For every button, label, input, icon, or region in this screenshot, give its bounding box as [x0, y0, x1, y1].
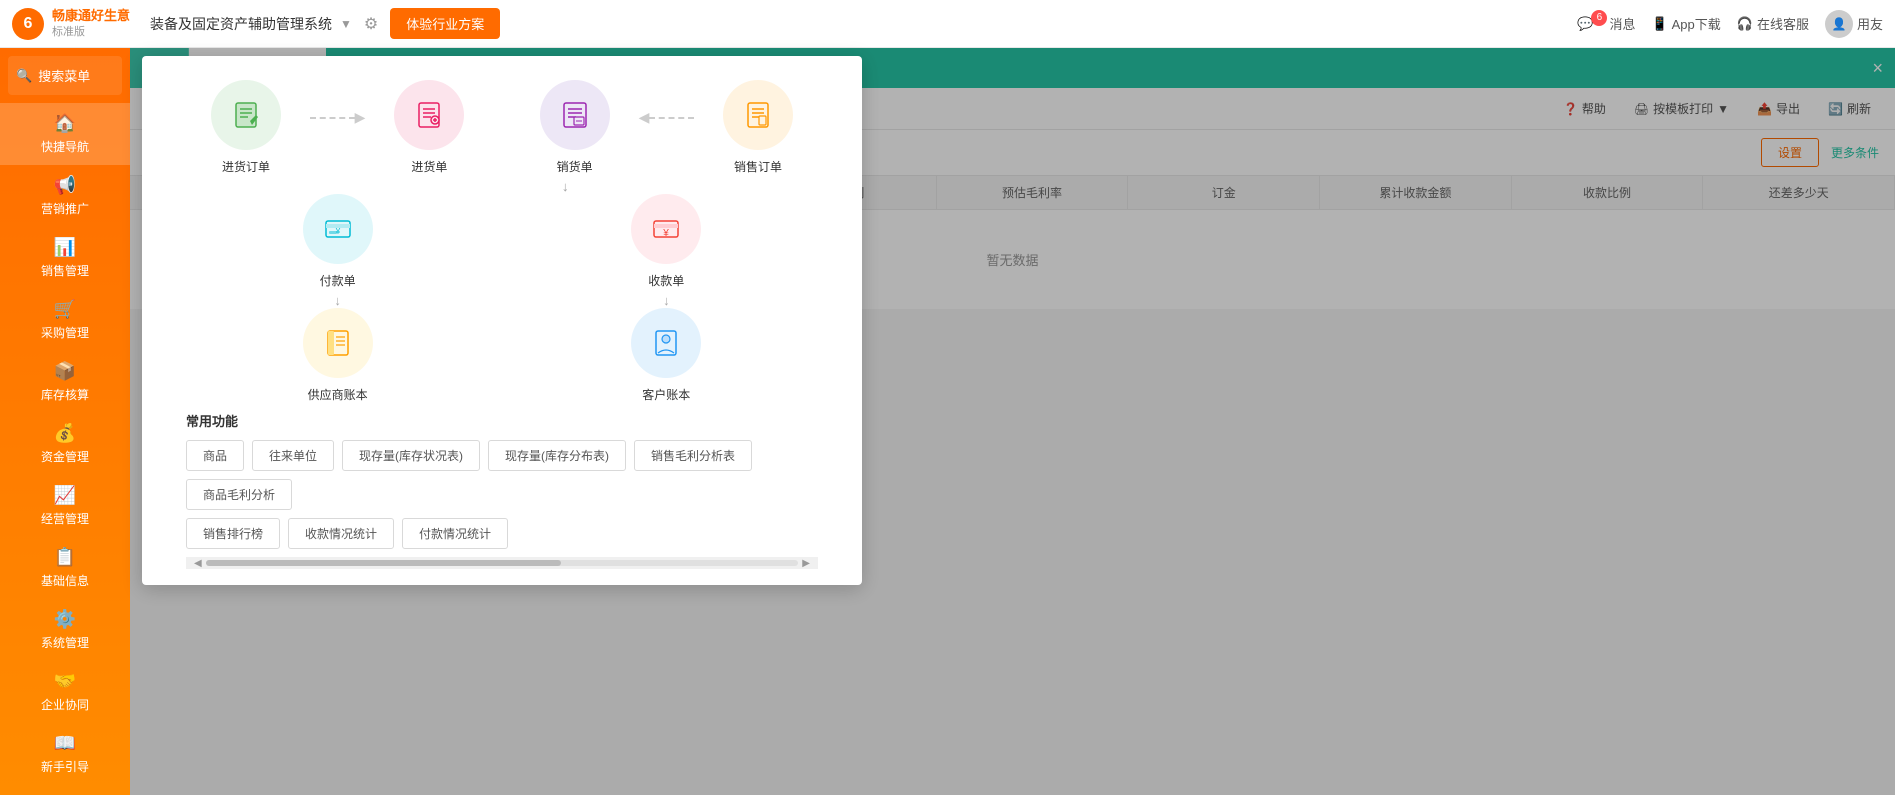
func-btn-stock-status[interactable]: 现存量(库存状况表): [342, 440, 480, 471]
home-icon: 🏠: [54, 113, 76, 134]
top-header: 6 畅康通好生意 标准版 装备及固定资产辅助管理系统 ▼ ⚙ 体验行业方案 💬 …: [0, 0, 1895, 48]
sale-order-node[interactable]: 销售订单: [698, 80, 818, 175]
receipt-icon: ¥: [631, 194, 701, 264]
sidebar-item-cooperation[interactable]: 🤝 企业协同: [0, 661, 130, 723]
func-buttons-row2: 销售排行榜 收款情况统计 付款情况统计: [186, 518, 818, 549]
func-btn-sale-rank[interactable]: 销售排行榜: [186, 518, 280, 549]
modal-overlay[interactable]: 进货订单 ▶: [130, 48, 1895, 795]
common-func-title: 常用功能: [186, 411, 818, 430]
sidebar-item-system[interactable]: ⚙️ 系统管理: [0, 599, 130, 661]
marketing-icon: 📢: [54, 175, 76, 196]
svg-text:¥: ¥: [663, 228, 670, 239]
supplier-ledger-node[interactable]: 供应商账本: [278, 308, 398, 403]
sales-icon: 📊: [54, 237, 76, 258]
sidebar-item-sales[interactable]: 📊 销售管理: [0, 227, 130, 289]
sidebar-item-inventory[interactable]: 📦 库存核算: [0, 351, 130, 413]
sidebar-item-management[interactable]: 📈 经营管理: [0, 475, 130, 537]
basic-info-icon: 📋: [54, 547, 76, 568]
func-btn-goods-profit[interactable]: 商品毛利分析: [186, 479, 292, 510]
header-right: 💬 6 消息 📱 App下载 🎧 在线客服 👤 用友: [1577, 10, 1883, 38]
system-name: 装备及固定资产辅助管理系统 ▼ ⚙: [150, 14, 378, 34]
finance-icon: 💰: [54, 423, 76, 444]
download-icon: 📱: [1651, 16, 1667, 32]
customer-ledger-icon: [631, 308, 701, 378]
sidebar: 🔍 搜索菜单 🏠 快捷导航 📢 营销推广 📊 销售管理 🛒 采购管理 📦 库存核…: [0, 48, 130, 795]
logo-area: 6 畅康通好生意 标准版: [12, 8, 142, 40]
customer-ledger-node[interactable]: 客户账本: [606, 308, 726, 403]
inventory-icon: 📦: [54, 361, 76, 382]
dropdown-arrow-icon[interactable]: ▼: [340, 17, 352, 31]
system-icon: ⚙️: [54, 609, 76, 630]
modal-scrollbar[interactable]: ◀ ▶: [186, 557, 818, 569]
online-service-button[interactable]: 🎧 在线客服: [1737, 14, 1809, 33]
search-menu-button[interactable]: 🔍 搜索菜单: [8, 56, 122, 95]
sidebar-item-marketing[interactable]: 📢 营销推广: [0, 165, 130, 227]
purchase-icon: 🛒: [54, 299, 76, 320]
func-btn-receipt-stat[interactable]: 收款情况统计: [288, 518, 394, 549]
func-buttons-row1: 商品 往来单位 现存量(库存状况表) 现存量(库存分布表) 销售毛利分析表 商品…: [186, 440, 818, 510]
sale-order-icon: [723, 80, 793, 150]
func-btn-stock-dist[interactable]: 现存量(库存分布表): [488, 440, 626, 471]
scroll-left-icon[interactable]: ◀: [190, 558, 206, 569]
purchase-single-icon: [394, 80, 464, 150]
purchase-order-icon: [211, 80, 281, 150]
user-menu[interactable]: 👤 用友: [1825, 10, 1883, 38]
func-btn-goods[interactable]: 商品: [186, 440, 244, 471]
flow-modal: 进货订单 ▶: [142, 56, 862, 585]
logo-icon: 6: [12, 8, 44, 40]
avatar: 👤: [1825, 10, 1853, 38]
headset-icon: 🎧: [1737, 16, 1753, 32]
purchase-order-node[interactable]: 进货订单: [186, 80, 306, 175]
common-func-section: 常用功能 商品 往来单位 现存量(库存状况表) 现存量(库存分布表) 销售毛利分…: [186, 411, 818, 549]
sale-node[interactable]: 销货单: [515, 80, 635, 175]
newbie-icon: 📖: [54, 733, 76, 754]
sidebar-item-newbie[interactable]: 📖 新手引导: [0, 723, 130, 785]
sidebar-item-finance[interactable]: 💰 资金管理: [0, 413, 130, 475]
func-btn-payment-stat[interactable]: 付款情况统计: [402, 518, 508, 549]
app-download-button[interactable]: 📱 App下载: [1651, 14, 1720, 33]
sidebar-item-basic-info[interactable]: 📋 基础信息: [0, 537, 130, 599]
func-btn-partners[interactable]: 往来单位: [252, 440, 334, 471]
payment-icon: ¥: [303, 194, 373, 264]
sidebar-item-quick-nav[interactable]: 🏠 快捷导航: [0, 103, 130, 165]
message-button[interactable]: 💬 6 消息: [1577, 14, 1635, 33]
trial-button[interactable]: 体验行业方案: [390, 8, 500, 39]
receipt-node[interactable]: ¥ 收款单: [606, 194, 726, 289]
sidebar-item-purchase[interactable]: 🛒 采购管理: [0, 289, 130, 351]
gear-icon[interactable]: ⚙: [364, 14, 378, 34]
scrollbar-thumb[interactable]: [206, 560, 562, 566]
scroll-right-icon[interactable]: ▶: [798, 558, 814, 569]
purchase-single-node[interactable]: 进货单: [369, 80, 489, 175]
management-icon: 📈: [54, 485, 76, 506]
func-btn-sale-profit[interactable]: 销售毛利分析表: [634, 440, 752, 471]
sale-icon: [540, 80, 610, 150]
search-icon: 🔍: [16, 68, 32, 84]
logo-text: 畅康通好生意 标准版: [52, 8, 130, 39]
supplier-ledger-icon: [303, 308, 373, 378]
scrollbar-track[interactable]: [206, 560, 799, 566]
svg-text:¥: ¥: [334, 227, 340, 236]
cooperation-icon: 🤝: [54, 671, 76, 692]
payment-node[interactable]: ¥ 付款单: [278, 194, 398, 289]
